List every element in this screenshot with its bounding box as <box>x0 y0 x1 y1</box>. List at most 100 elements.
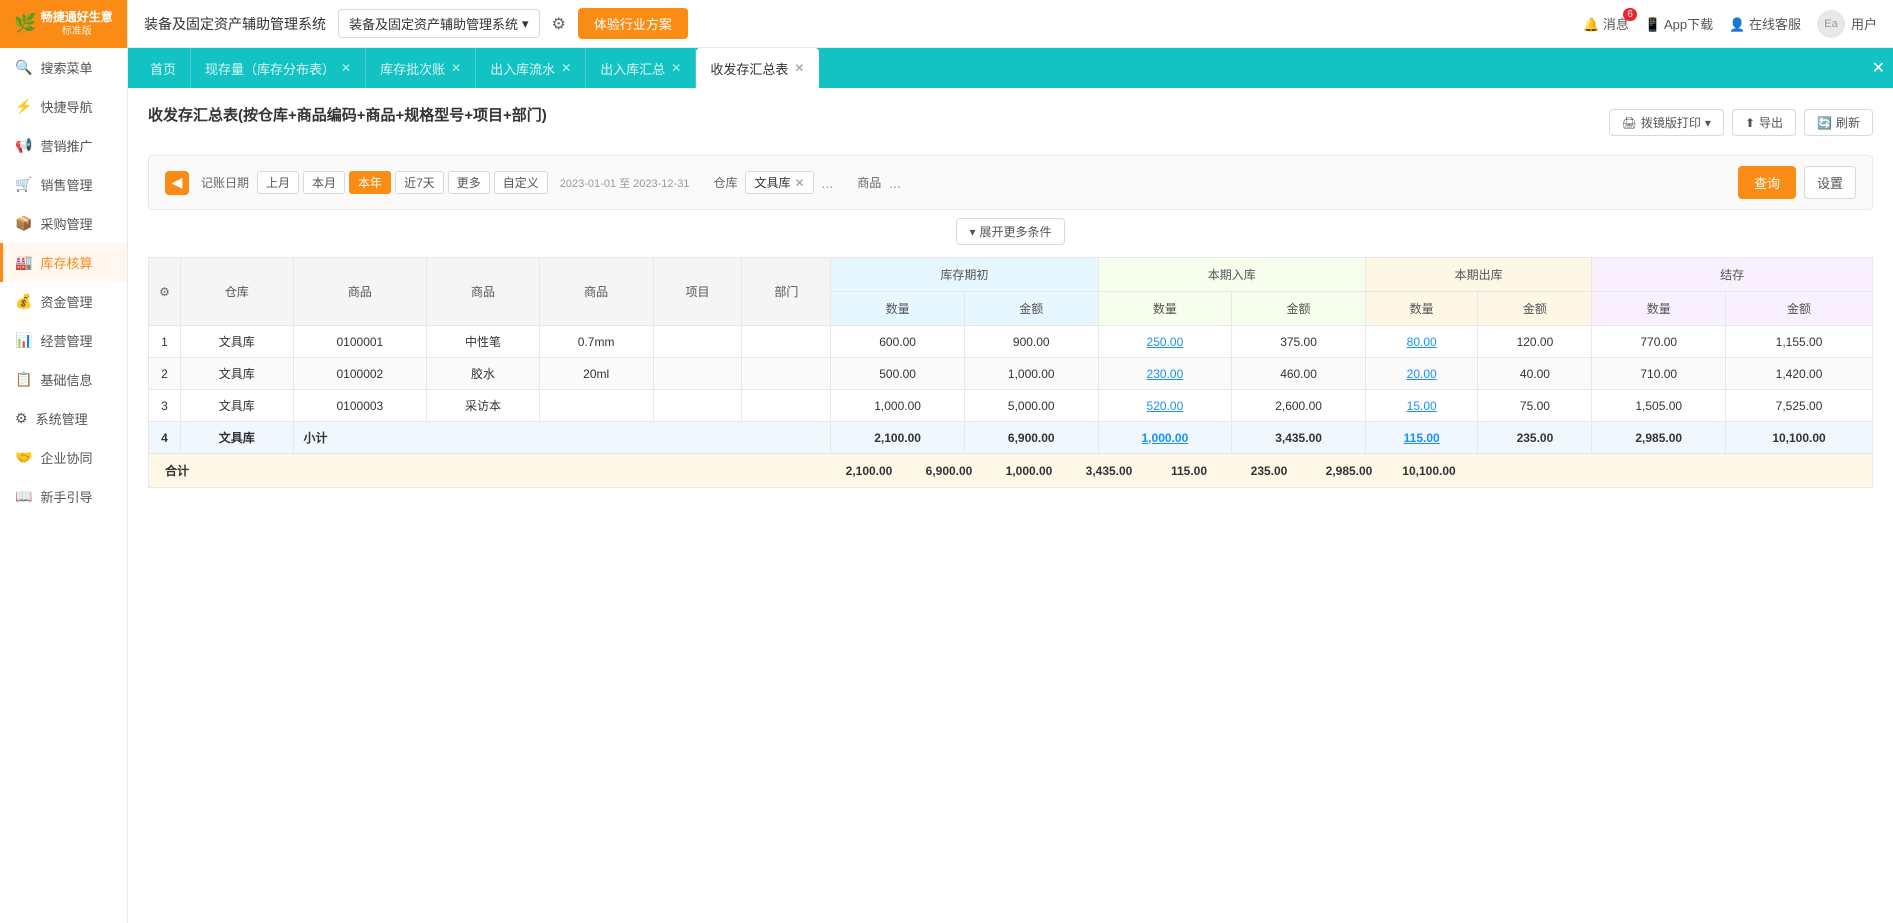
sidebar-item-enterprise[interactable]: 🤝企业协同 <box>0 438 127 477</box>
app-download[interactable]: 📱 App下载 <box>1645 14 1713 33</box>
warehouse-label: 仓库 <box>713 174 737 191</box>
logo-icon: 🌿 <box>14 11 36 36</box>
cell-name-1: 胶水 <box>427 358 540 390</box>
warehouse-tag[interactable]: 文具库 ✕ <box>745 171 813 194</box>
sidebar-item-operations[interactable]: 📊经营管理 <box>0 321 127 360</box>
cell-name-0: 中性笔 <box>427 326 540 358</box>
inventory-icon: 🏭 <box>15 254 32 271</box>
experience-btn[interactable]: 体验行业方案 <box>578 8 688 39</box>
cell-code-1: 0100002 <box>293 358 427 390</box>
sidebar-item-quick-nav[interactable]: ⚡快捷导航 <box>0 87 127 126</box>
goods-dots[interactable]: ... <box>889 175 901 191</box>
gear-icon[interactable]: ⚙ <box>552 14 566 34</box>
table-row: 1 文具库 0100001 中性笔 0.7mm 600.00 900.00 25… <box>149 326 1873 358</box>
cell-balance-qty-2: 1,505.00 <box>1592 390 1726 422</box>
goods-label: 商品 <box>857 174 881 191</box>
table-row: 3 文具库 0100003 采访本 1,000.00 5,000.00 520.… <box>149 390 1873 422</box>
logo-title: 畅捷通好生意 <box>41 9 113 26</box>
tab-stock-dist[interactable]: 现存量（库存分布表）✕ <box>191 48 366 88</box>
sidebar-item-marketing[interactable]: 📢营销推广 <box>0 126 127 165</box>
logo-sub: 标准版 <box>41 25 113 39</box>
sales-icon: 🛒 <box>15 176 32 193</box>
cell-in-qty-0[interactable]: 250.00 <box>1098 326 1232 358</box>
tab-label-home: 首页 <box>150 59 176 78</box>
filter-toggle-btn[interactable]: ◀ <box>165 171 189 195</box>
sidebar-item-label-purchase: 采购管理 <box>40 214 92 233</box>
user-area[interactable]: Ea 用户 <box>1817 10 1877 38</box>
tab-close-inout-summary[interactable]: ✕ <box>671 61 681 75</box>
settings-btn[interactable]: 设置 <box>1804 166 1856 199</box>
cell-out-amt-2: 75.00 <box>1478 390 1592 422</box>
subtotal-warehouse: 文具库 <box>181 422 294 454</box>
sidebar-item-basic[interactable]: 📋基础信息 <box>0 360 127 399</box>
system-selector[interactable]: 装备及固定资产辅助管理系统 ▾ <box>338 9 540 38</box>
tab-inout-flow[interactable]: 出入库流水✕ <box>476 48 586 88</box>
export-btn[interactable]: ⬆ 导出 <box>1732 109 1796 136</box>
date-btn-last-month[interactable]: 上月 <box>257 171 299 194</box>
total-balance-amt: 10,100.00 <box>1389 464 1469 478</box>
notice-area[interactable]: 🔔 6 消息 <box>1583 14 1629 33</box>
page-title: 收发存汇总表(按仓库+商品编码+商品+规格型号+项目+部门) <box>148 104 547 125</box>
cell-opening-qty-2: 1,000.00 <box>831 390 965 422</box>
date-filter: 记账日期 上月 本月 本年 近7天 更多 自定义 2023-01-01 至 20… <box>201 171 689 194</box>
tab-inout-summary[interactable]: 出入库汇总✕ <box>586 48 696 88</box>
filter-action-btns: 查询 设置 <box>1738 166 1856 199</box>
cell-out-qty-0[interactable]: 80.00 <box>1365 326 1478 358</box>
subtotal-out-qty[interactable]: 115.00 <box>1365 422 1478 454</box>
chevron-down-icon: ▾ <box>1705 116 1711 130</box>
operations-icon: 📊 <box>15 332 32 349</box>
top-right-actions: 🖨 拨镜版打印 ▾ ⬆ 导出 🔄 刷新 <box>1609 109 1873 136</box>
system-title: 装备及固定资产辅助管理系统 <box>144 14 326 34</box>
tab-recv-send-summary[interactable]: 收发存汇总表✕ <box>696 48 819 88</box>
goods-filter: 商品 ... <box>857 174 901 191</box>
tab-close-batch[interactable]: ✕ <box>451 61 461 75</box>
date-label: 记账日期 <box>201 174 249 191</box>
cell-out-qty-1[interactable]: 20.00 <box>1365 358 1478 390</box>
tab-bar-close-btn[interactable]: ✕ <box>1872 58 1885 78</box>
tab-home[interactable]: 首页 <box>136 48 191 88</box>
sidebar-item-label-search: 搜索菜单 <box>40 58 92 77</box>
th-in-qty: 数量 <box>1098 292 1232 326</box>
expand-conditions-btn[interactable]: ▾ 展开更多条件 <box>956 218 1064 245</box>
total-values: 2,100.00 6,900.00 1,000.00 3,435.00 115.… <box>829 464 1872 478</box>
tab-close-recv-send-summary[interactable]: ✕ <box>794 61 804 75</box>
query-btn[interactable]: 查询 <box>1738 166 1796 199</box>
sidebar-item-inventory[interactable]: 🏭库存核算 <box>0 243 127 282</box>
date-btn-more[interactable]: 更多 <box>448 171 490 194</box>
cell-in-amt-2: 2,600.00 <box>1232 390 1366 422</box>
cell-out-qty-2[interactable]: 15.00 <box>1365 390 1478 422</box>
tab-batch[interactable]: 库存批次账✕ <box>366 48 476 88</box>
subtotal-opening-amt: 6,900.00 <box>964 422 1098 454</box>
sidebar-item-finance[interactable]: 💰资金管理 <box>0 282 127 321</box>
cell-in-qty-2[interactable]: 520.00 <box>1098 390 1232 422</box>
date-btn-this-month[interactable]: 本月 <box>303 171 345 194</box>
total-in-amt: 3,435.00 <box>1069 464 1149 478</box>
tab-close-inout-flow[interactable]: ✕ <box>561 61 571 75</box>
table-wrapper: ⚙ 仓库 商品 商品 商品 项目 部门 库存期初 本期入库 本期出库 结存 <box>148 257 1873 454</box>
refresh-btn[interactable]: 🔄 刷新 <box>1804 109 1873 136</box>
print-btn[interactable]: 🖨 拨镜版打印 ▾ <box>1609 109 1724 136</box>
warehouse-dots[interactable]: ... <box>822 175 834 191</box>
sidebar-item-label-system: 系统管理 <box>36 409 88 428</box>
online-service[interactable]: 👤 在线客服 <box>1729 14 1801 33</box>
subtotal-in-qty[interactable]: 1,000.00 <box>1098 422 1232 454</box>
cell-balance-amt-0: 1,155.00 <box>1726 326 1873 358</box>
cell-opening-qty-1: 500.00 <box>831 358 965 390</box>
cell-opening-amt-1: 1,000.00 <box>964 358 1098 390</box>
col-settings-icon[interactable]: ⚙ <box>159 285 170 299</box>
th-balance-qty: 数量 <box>1592 292 1726 326</box>
cell-in-qty-1[interactable]: 230.00 <box>1098 358 1232 390</box>
sidebar-item-guide[interactable]: 📖新手引导 <box>0 477 127 516</box>
total-out-amt: 235.00 <box>1229 464 1309 478</box>
date-btn-7days[interactable]: 近7天 <box>395 171 444 194</box>
tab-close-stock-dist[interactable]: ✕ <box>341 61 351 75</box>
sidebar-item-sales[interactable]: 🛒销售管理 <box>0 165 127 204</box>
finance-icon: 💰 <box>15 293 32 310</box>
sidebar-item-system[interactable]: ⚙系统管理 <box>0 399 127 438</box>
date-btn-custom[interactable]: 自定义 <box>494 171 548 194</box>
date-btn-this-year[interactable]: 本年 <box>349 171 391 194</box>
sidebar-item-search[interactable]: 🔍搜索菜单 <box>0 48 127 87</box>
warehouse-tag-close[interactable]: ✕ <box>794 176 804 190</box>
sidebar-item-purchase[interactable]: 📦采购管理 <box>0 204 127 243</box>
th-opening: 库存期初 <box>831 258 1098 292</box>
